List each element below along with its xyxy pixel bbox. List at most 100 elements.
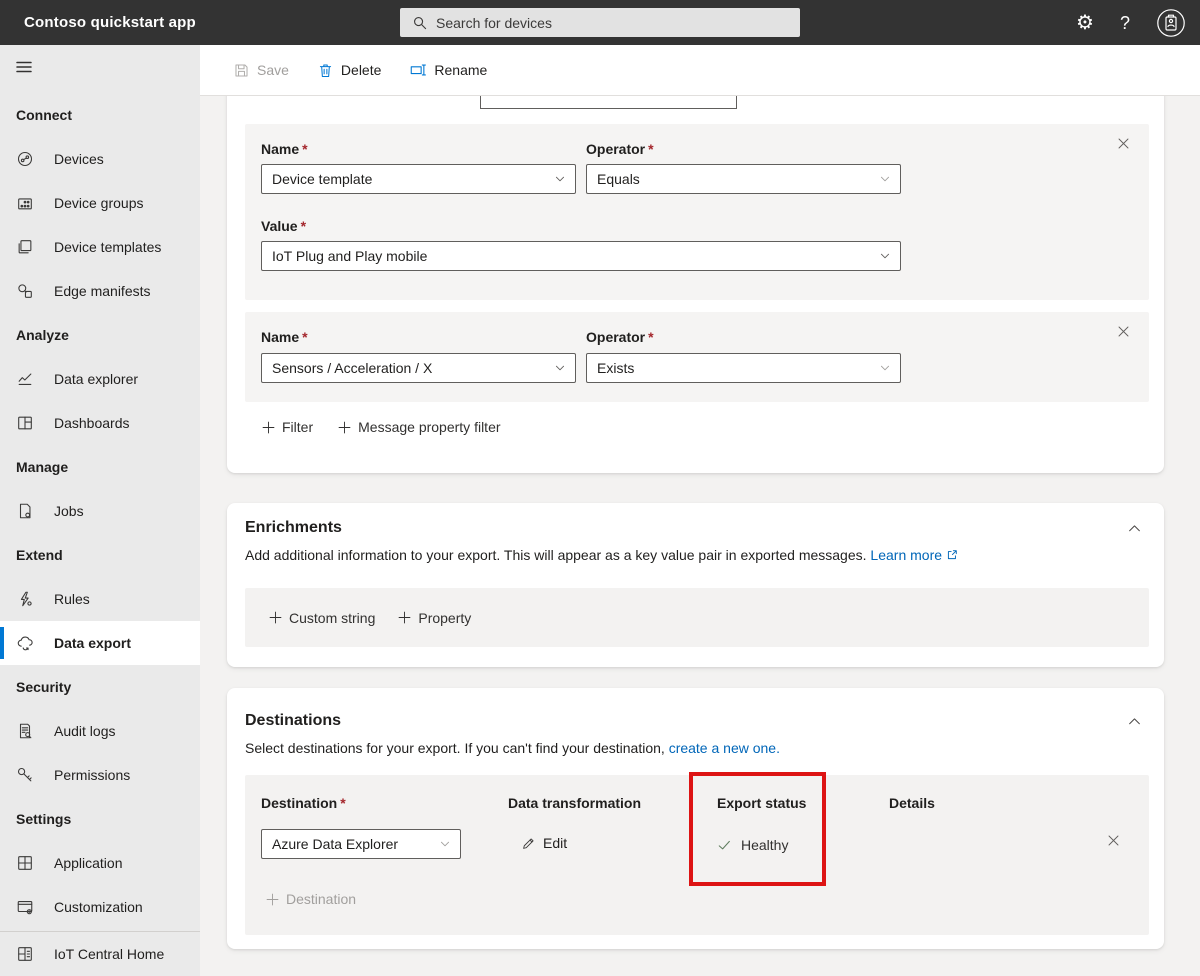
add-property-button[interactable]: Property <box>397 610 471 626</box>
sidebar-item-label: Dashboards <box>54 415 130 431</box>
enrichments-description: Add additional information to your expor… <box>245 547 958 563</box>
sidebar-section-header: Extend <box>0 533 200 577</box>
required-asterisk: * <box>302 141 307 157</box>
edit-transformation-button[interactable]: Edit <box>521 835 567 851</box>
sidebar-item-application[interactable]: Application <box>0 841 200 885</box>
learn-more-link[interactable]: Learn more <box>870 547 942 563</box>
sidebar-item-label: Audit logs <box>54 723 115 739</box>
iot-central-home-icon <box>16 945 34 963</box>
plus-icon <box>268 610 283 625</box>
audit-logs-icon <box>16 722 34 740</box>
destination-select[interactable]: Azure Data Explorer <box>261 829 461 859</box>
data-export-icon <box>16 634 34 652</box>
name-select[interactable]: Device template <box>261 164 576 194</box>
value-select[interactable]: IoT Plug and Play mobile <box>261 241 901 271</box>
chevron-down-icon <box>554 173 566 185</box>
destinations-card: Destinations Select destinations for you… <box>227 688 1164 949</box>
sidebar-item-permissions[interactable]: Permissions <box>0 753 200 797</box>
filter-row: Name* Operator* Sensors / Acceleration /… <box>245 312 1149 402</box>
operator-select[interactable]: Equals <box>586 164 901 194</box>
destinations-panel: Destination* Data transformation Export … <box>245 775 1149 935</box>
clipped-dropdown[interactable] <box>480 96 737 109</box>
devices-icon <box>16 150 34 168</box>
sidebar-item-devices[interactable]: Devices <box>0 137 200 181</box>
search-box[interactable] <box>400 8 800 37</box>
settings-gear-icon[interactable]: ⚙ <box>1076 13 1094 33</box>
required-asterisk: * <box>301 218 306 234</box>
sidebar-footer: IoT Central Home <box>0 931 200 976</box>
sidebar-item-iot-central-home[interactable]: IoT Central Home <box>0 932 200 976</box>
rename-button[interactable]: Rename <box>409 61 487 79</box>
operator-label: Operator* <box>586 141 654 157</box>
data-explorer-icon <box>16 370 34 388</box>
add-message-property-filter-button[interactable]: Message property filter <box>337 419 500 435</box>
save-button[interactable]: Save <box>233 62 289 79</box>
sidebar-section-header: Security <box>0 665 200 709</box>
add-destination-button[interactable]: Destination <box>265 891 356 907</box>
account-avatar-icon[interactable] <box>1156 8 1186 38</box>
search-input[interactable] <box>434 14 792 32</box>
plus-icon <box>397 610 412 625</box>
add-property-label: Property <box>418 610 471 626</box>
filters-card: Name* Operator* Device template Equals V… <box>227 87 1164 473</box>
sidebar-item-device-groups[interactable]: Device groups <box>0 181 200 225</box>
help-icon[interactable]: ? <box>1120 14 1130 32</box>
value-label: Value* <box>261 218 306 234</box>
filter-row: Name* Operator* Device template Equals V… <box>245 124 1149 300</box>
sidebar-section-header: Analyze <box>0 313 200 357</box>
remove-filter-button[interactable] <box>1112 320 1135 348</box>
add-filter-button[interactable]: Filter <box>261 419 313 435</box>
chevron-down-icon <box>554 362 566 374</box>
add-custom-string-button[interactable]: Custom string <box>268 610 375 626</box>
destinations-title: Destinations <box>245 712 341 730</box>
sidebar-item-rules[interactable]: Rules <box>0 577 200 621</box>
remove-filter-button[interactable] <box>1112 132 1135 160</box>
create-new-destination-link[interactable]: create a new one. <box>669 740 780 756</box>
enrichments-card: Enrichments Add additional information t… <box>227 503 1164 667</box>
sidebar-item-customization[interactable]: Customization <box>0 885 200 929</box>
sidebar-item-label: Rules <box>54 591 90 607</box>
add-filter-label: Filter <box>282 419 313 435</box>
enrichments-panel: Custom string Property <box>245 588 1149 647</box>
sidebar-item-device-templates[interactable]: Device templates <box>0 225 200 269</box>
details-column-header: Details <box>889 795 935 811</box>
destination-column-header: Destination* <box>261 795 346 811</box>
sidebar-item-data-export[interactable]: Data export <box>0 621 200 665</box>
sidebar-item-jobs[interactable]: Jobs <box>0 489 200 533</box>
operator-select-value: Exists <box>597 360 634 376</box>
sidebar-section-header: Settings <box>0 797 200 841</box>
sidebar-item-label: Device templates <box>54 239 161 255</box>
sidebar-item-edge-manifests[interactable]: Edge manifests <box>0 269 200 313</box>
scroll-area[interactable]: Name* Operator* Device template Equals V… <box>200 96 1200 976</box>
remove-destination-button[interactable] <box>1102 829 1125 857</box>
operator-label: Operator* <box>586 329 654 345</box>
save-button-label: Save <box>257 62 289 78</box>
sidebar-item-audit-logs[interactable]: Audit logs <box>0 709 200 753</box>
search-icon <box>412 15 428 31</box>
customization-icon <box>16 898 34 916</box>
filter-add-row: Filter Message property filter <box>261 419 501 435</box>
export-status-value: Healthy <box>717 837 788 853</box>
sidebar-item-dashboards[interactable]: Dashboards <box>0 401 200 445</box>
sidebar-item-data-explorer[interactable]: Data explorer <box>0 357 200 401</box>
name-select[interactable]: Sensors / Acceleration / X <box>261 353 576 383</box>
required-asterisk: * <box>302 329 307 345</box>
sidebar-item-label: Devices <box>54 151 104 167</box>
operator-select[interactable]: Exists <box>586 353 901 383</box>
sidebar-item-label: Data explorer <box>54 371 138 387</box>
delete-button[interactable]: Delete <box>317 62 381 79</box>
chevron-down-icon <box>439 838 451 850</box>
sidebar-item-label: Jobs <box>54 503 84 519</box>
rules-icon <box>16 590 34 608</box>
jobs-icon <box>16 502 34 520</box>
check-icon <box>717 838 732 853</box>
menu-toggle-button[interactable] <box>0 45 200 93</box>
chevron-down-icon <box>879 362 891 374</box>
collapse-enrichments-button[interactable] <box>1123 517 1146 545</box>
data-transformation-column-header: Data transformation <box>508 795 641 811</box>
chevron-down-icon <box>879 250 891 262</box>
collapse-destinations-button[interactable] <box>1123 710 1146 738</box>
destination-select-value: Azure Data Explorer <box>272 836 398 852</box>
enrichments-title: Enrichments <box>245 519 342 537</box>
close-icon <box>1116 136 1131 156</box>
